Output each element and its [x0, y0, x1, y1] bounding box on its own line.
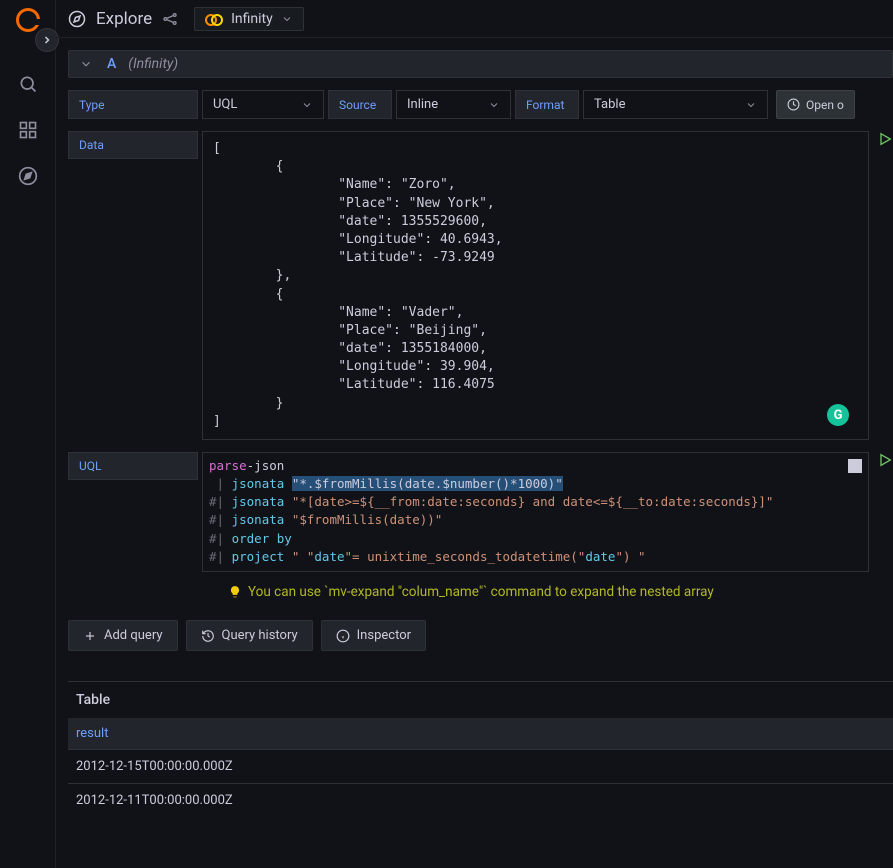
chevron-down-icon	[301, 99, 313, 111]
query-history-button[interactable]: Query history	[186, 620, 313, 651]
datasource-picker[interactable]: Infinity	[194, 7, 304, 31]
share-icon[interactable]	[162, 11, 178, 27]
chevron-down-icon	[488, 99, 500, 111]
add-query-button[interactable]: Add query	[68, 620, 178, 651]
table-row: 2012-12-11T00:00:00.000Z	[68, 783, 893, 817]
query-datasource-label: (Infinity)	[128, 56, 178, 72]
infinity-icon	[205, 14, 223, 24]
query-ref-id: A	[107, 56, 116, 72]
grammarly-badge[interactable]: G	[827, 404, 849, 426]
results-panel: Table result 2012-12-15T00:00:00.000Z 20…	[68, 681, 893, 817]
type-select[interactable]: UQL	[202, 90, 324, 119]
page-title: Explore	[96, 9, 152, 29]
search-icon[interactable]	[14, 70, 42, 98]
chevron-down-icon	[745, 99, 757, 111]
type-source-format-row: Type UQL Source Inline Format Table Open…	[68, 90, 893, 119]
uql-row: UQL parse-json | jsonata "*.$fromMillis(…	[68, 452, 893, 572]
history-icon	[201, 629, 215, 643]
collapse-query-button[interactable]	[77, 55, 95, 73]
source-select[interactable]: Inline	[396, 90, 511, 119]
type-label: Type	[68, 90, 198, 119]
hint-message: You can use `mv-expand "colum_name"` com…	[68, 584, 893, 600]
run-data-button[interactable]	[877, 131, 893, 147]
datasource-name: Infinity	[231, 11, 273, 27]
table-row: 2012-12-15T00:00:00.000Z	[68, 749, 893, 783]
plus-icon	[83, 629, 97, 643]
copy-icon[interactable]	[848, 459, 862, 473]
hint-text: You can use `mv-expand "colum_name"` com…	[248, 584, 714, 600]
main-content: Explore Infinity A (Infinity) Type UQL S…	[56, 0, 893, 868]
clock-icon	[787, 98, 800, 111]
results-column-header[interactable]: result	[68, 718, 893, 749]
results-title: Table	[68, 682, 893, 718]
info-icon	[336, 629, 350, 643]
lightbulb-icon	[228, 585, 242, 599]
dashboards-icon[interactable]	[14, 116, 42, 144]
run-uql-button[interactable]	[877, 452, 893, 468]
data-row: Data [ { "Name": "Zoro", "Place": "New Y…	[68, 131, 893, 440]
chevron-down-icon	[281, 13, 293, 25]
data-label: Data	[68, 131, 198, 159]
format-label: Format	[515, 90, 579, 119]
compass-icon	[68, 10, 86, 28]
grafana-logo-icon[interactable]	[14, 6, 42, 34]
app-sidebar	[0, 0, 56, 868]
format-select[interactable]: Table	[583, 90, 768, 119]
explore-icon[interactable]	[14, 162, 42, 190]
query-header: A (Infinity)	[68, 50, 893, 78]
uql-editor[interactable]: parse-json | jsonata "*.$fromMillis(date…	[202, 452, 869, 572]
open-button[interactable]: Open o	[776, 90, 855, 119]
inspector-button[interactable]: Inspector	[321, 620, 426, 651]
source-label: Source	[328, 90, 392, 119]
topbar: Explore Infinity	[56, 0, 893, 38]
query-buttons: Add query Query history Inspector	[68, 612, 893, 651]
data-input[interactable]: [ { "Name": "Zoro", "Place": "New York",…	[202, 131, 869, 440]
query-editor: A (Infinity) Type UQL Source Inline Form…	[56, 38, 893, 868]
uql-label: UQL	[68, 452, 198, 480]
